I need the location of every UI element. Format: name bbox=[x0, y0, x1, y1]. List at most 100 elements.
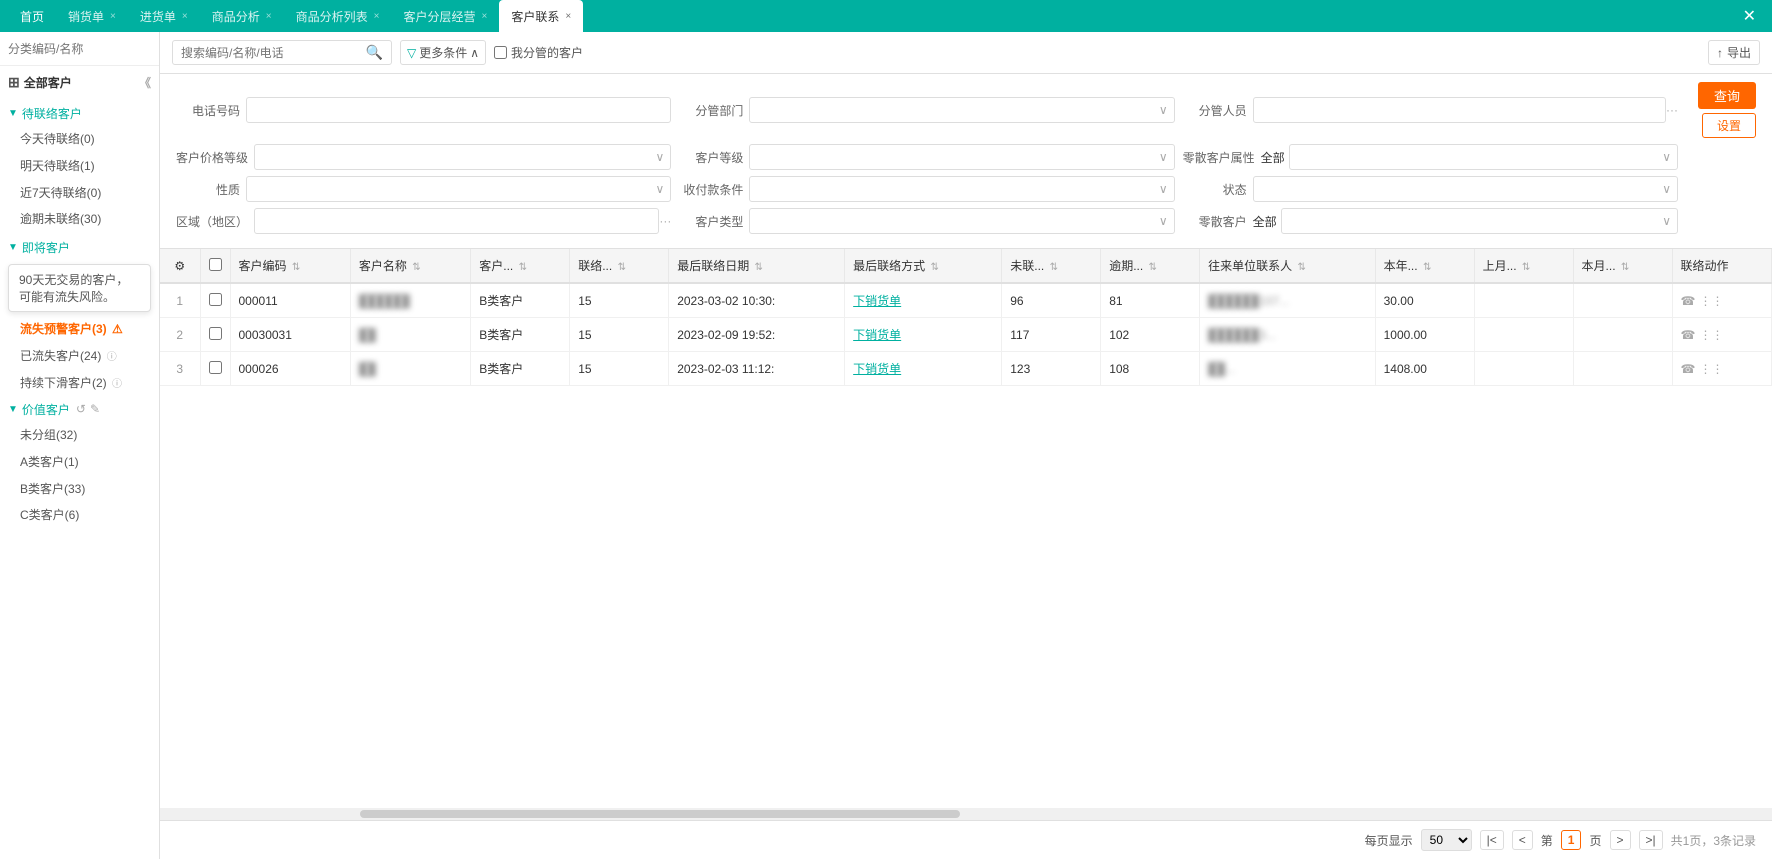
sidebar-item-declining[interactable]: 持续下滑客户(2) ⓘ bbox=[0, 370, 159, 397]
filter-payment-select[interactable]: ∨ bbox=[749, 176, 1174, 202]
sidebar-item-tomorrow[interactable]: 明天待联络(1) bbox=[0, 153, 159, 180]
tab-customer-tier-close[interactable]: × bbox=[481, 11, 487, 22]
export-btn[interactable]: ↑ 导出 bbox=[1708, 40, 1760, 65]
tab-customer-tier[interactable]: 客户分层经营 × bbox=[391, 0, 499, 32]
col-checkbox[interactable] bbox=[200, 249, 230, 283]
cell-last-method[interactable]: 下销货单 bbox=[845, 318, 1002, 352]
sidebar-item-typeB[interactable]: B类客户(33) bbox=[0, 476, 159, 503]
col-last-method[interactable]: 最后联络方式 ⇅ bbox=[845, 249, 1002, 283]
cell-checkbox[interactable] bbox=[200, 318, 230, 352]
row-checkbox[interactable] bbox=[209, 327, 222, 340]
cell-last-method[interactable]: 下销货单 bbox=[845, 283, 1002, 318]
cell-actions[interactable]: ☎⋮⋮ bbox=[1672, 318, 1772, 352]
col-this-month[interactable]: 本月... ⇅ bbox=[1573, 249, 1672, 283]
cell-last-month bbox=[1474, 318, 1573, 352]
sidebar-root[interactable]: ⊞ 全部客户 《 bbox=[0, 66, 159, 99]
edit-icon[interactable]: ✎ bbox=[90, 402, 100, 416]
col-last-date[interactable]: 最后联络日期 ⇅ bbox=[669, 249, 845, 283]
contact-icon[interactable]: ☎ bbox=[1681, 294, 1696, 308]
col-overdue[interactable]: 逾期... ⇅ bbox=[1101, 249, 1200, 283]
tab-sales-close[interactable]: × bbox=[110, 11, 116, 22]
sidebar-item-today[interactable]: 今天待联络(0) bbox=[0, 126, 159, 153]
tab-customer-contact[interactable]: 客户联系 × bbox=[499, 0, 583, 32]
contact-icon[interactable]: ☎ bbox=[1681, 328, 1696, 342]
filter-person-select[interactable] bbox=[1253, 97, 1666, 123]
tab-goods-list[interactable]: 商品分析列表 × bbox=[284, 0, 392, 32]
col-code[interactable]: 客户编码 ⇅ bbox=[230, 249, 350, 283]
contact-method-link[interactable]: 下销货单 bbox=[853, 362, 901, 376]
cell-last-method[interactable]: 下销货单 bbox=[845, 352, 1002, 386]
more-action-icon[interactable]: ⋮⋮ bbox=[1699, 362, 1723, 376]
first-page-btn[interactable]: |< bbox=[1480, 830, 1504, 850]
sidebar-item-churn-warning[interactable]: 流失预警客户(3) ⚠ bbox=[0, 316, 159, 343]
filter-person-dots[interactable]: ··· bbox=[1666, 103, 1678, 117]
filter-phone-input[interactable] bbox=[246, 97, 671, 123]
cell-checkbox[interactable] bbox=[200, 352, 230, 386]
cell-actions[interactable]: ☎⋮⋮ bbox=[1672, 283, 1772, 318]
tab-goods-analysis-close[interactable]: × bbox=[266, 11, 272, 22]
search-input[interactable] bbox=[181, 46, 366, 60]
filter-sparse-customer-select[interactable]: ∨ bbox=[1281, 208, 1678, 234]
per-page-select[interactable]: 50 100 bbox=[1421, 829, 1472, 851]
filter-region-select[interactable] bbox=[254, 208, 659, 234]
filter-row-1: 电话号码 分管部门 ∨ 分管人员 ··· 查询 bbox=[176, 82, 1756, 138]
col-no-contact[interactable]: 未联... ⇅ bbox=[1002, 249, 1101, 283]
tab-customer-contact-close[interactable]: × bbox=[565, 11, 571, 22]
horizontal-scrollbar[interactable] bbox=[160, 808, 1772, 820]
filter-status-select[interactable]: ∨ bbox=[1253, 176, 1678, 202]
contact-method-link[interactable]: 下销货单 bbox=[853, 328, 901, 342]
col-contact-person[interactable]: 往来单位联系人 ⇅ bbox=[1200, 249, 1375, 283]
sidebar-search-input[interactable] bbox=[8, 42, 160, 56]
filter-sparse-attr-select[interactable]: ∨ bbox=[1289, 144, 1678, 170]
cell-checkbox[interactable] bbox=[200, 283, 230, 318]
col-settings[interactable]: ⚙ bbox=[160, 249, 200, 283]
sidebar-item-typeA[interactable]: A类客户(1) bbox=[0, 449, 159, 476]
window-close-btn[interactable]: ✕ bbox=[1735, 6, 1764, 26]
filter-customer-level-label: 客户等级 bbox=[679, 149, 749, 166]
tab-home[interactable]: 首页 bbox=[8, 0, 56, 32]
tab-purchase[interactable]: 进货单 × bbox=[128, 0, 200, 32]
last-page-btn[interactable]: >| bbox=[1639, 830, 1663, 850]
col-name[interactable]: 客户名称 ⇅ bbox=[350, 249, 470, 283]
prev-page-btn[interactable]: < bbox=[1512, 830, 1533, 850]
filter-customer-type-select[interactable]: ∨ bbox=[749, 208, 1174, 234]
next-page-btn[interactable]: > bbox=[1610, 830, 1631, 850]
filter-customer-level-select[interactable]: ∨ bbox=[749, 144, 1174, 170]
tab-sales[interactable]: 销货单 × bbox=[56, 0, 128, 32]
tab-goods-analysis[interactable]: 商品分析 × bbox=[200, 0, 284, 32]
tab-goods-list-close[interactable]: × bbox=[374, 11, 380, 22]
filter-nature-select[interactable]: ∨ bbox=[246, 176, 671, 202]
more-action-icon[interactable]: ⋮⋮ bbox=[1699, 328, 1723, 342]
search-btn[interactable]: 🔍 bbox=[366, 44, 383, 61]
col-last-month[interactable]: 上月... ⇅ bbox=[1474, 249, 1573, 283]
filter-price-level-select[interactable]: ∨ bbox=[254, 144, 671, 170]
cell-actions[interactable]: ☎⋮⋮ bbox=[1672, 352, 1772, 386]
my-customers-checkbox[interactable] bbox=[494, 46, 507, 59]
query-btn[interactable]: 查询 bbox=[1698, 82, 1756, 109]
sidebar-item-7days[interactable]: 近7天待联络(0) bbox=[0, 180, 159, 207]
sidebar-item-churned[interactable]: 已流失客户(24) ⓘ bbox=[0, 343, 159, 370]
col-contact-count[interactable]: 联络... ⇅ bbox=[570, 249, 669, 283]
filter-region-dots[interactable]: ··· bbox=[659, 214, 671, 228]
sidebar-item-typeC[interactable]: C类客户(6) bbox=[0, 502, 159, 529]
sidebar-group-pending[interactable]: ▼ 待联络客户 bbox=[0, 99, 159, 126]
row-checkbox[interactable] bbox=[209, 361, 222, 374]
sidebar-group-value[interactable]: ▼ 价值客户 ↺ ✎ bbox=[0, 397, 159, 422]
sidebar-group-churn[interactable]: ▼ 即将客户 bbox=[0, 233, 159, 260]
more-action-icon[interactable]: ⋮⋮ bbox=[1699, 294, 1723, 308]
scrollbar-thumb[interactable] bbox=[360, 810, 960, 818]
more-filter-btn[interactable]: ▽ 更多条件 ∧ bbox=[400, 40, 486, 65]
refresh-icon[interactable]: ↺ bbox=[76, 402, 86, 416]
filter-dept-select[interactable]: ∨ bbox=[749, 97, 1174, 123]
collapse-icon[interactable]: 《 bbox=[139, 74, 151, 91]
row-checkbox[interactable] bbox=[209, 293, 222, 306]
col-this-year[interactable]: 本年... ⇅ bbox=[1375, 249, 1474, 283]
col-type[interactable]: 客户... ⇅ bbox=[471, 249, 570, 283]
settings-btn[interactable]: 设置 bbox=[1702, 113, 1756, 138]
tab-purchase-close[interactable]: × bbox=[182, 11, 188, 22]
contact-icon[interactable]: ☎ bbox=[1681, 362, 1696, 376]
sidebar-item-ungroup[interactable]: 未分组(32) bbox=[0, 422, 159, 449]
select-all-checkbox[interactable] bbox=[209, 258, 222, 271]
sidebar-item-overdue[interactable]: 逾期未联络(30) bbox=[0, 206, 159, 233]
contact-method-link[interactable]: 下销货单 bbox=[853, 294, 901, 308]
